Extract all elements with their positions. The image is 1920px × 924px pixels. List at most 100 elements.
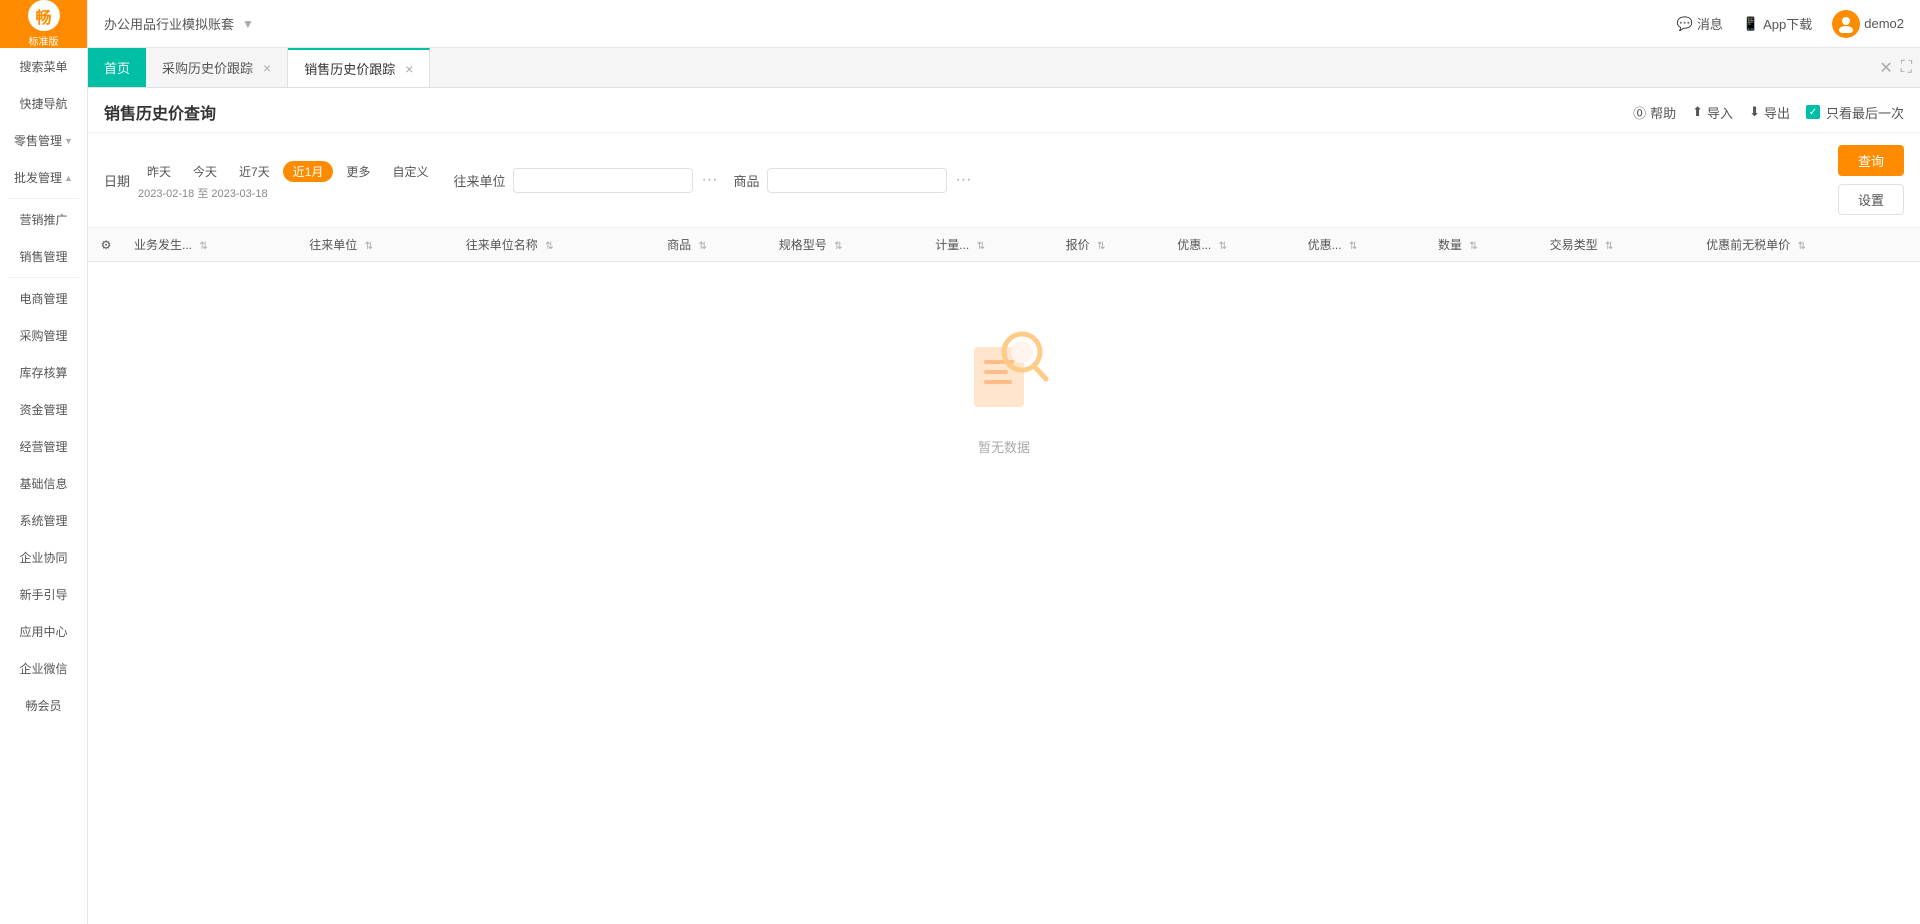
col-partner-code-sort: ⇅ — [365, 241, 373, 252]
import-icon: ⬆ — [1692, 104, 1703, 120]
date-btn-yesterday[interactable]: 昨天 — [138, 160, 180, 183]
quick-nav-label: 快捷导航 — [19, 95, 67, 112]
col-discount2-sort: ⇅ — [1349, 241, 1357, 252]
sidebar-item-enterprise-coop[interactable]: 企业协同 — [0, 539, 87, 576]
page-content: 销售历史价查询 ⓪ 帮助 ⬆ 导入 ⬇ 导出 ✓ 只看最后一次 — [88, 88, 1920, 924]
help-btn[interactable]: ⓪ 帮助 — [1633, 103, 1676, 122]
sidebar-item-inventory[interactable]: 库存核算 — [0, 354, 87, 391]
sidebar-item-app-center[interactable]: 应用中心 — [0, 613, 87, 650]
date-btn-last7[interactable]: 近7天 — [230, 160, 279, 183]
logo-text: 标准版 — [29, 33, 59, 48]
date-btn-today[interactable]: 今天 — [184, 160, 226, 183]
close-all-tabs-btn[interactable]: ✕ — [1879, 58, 1892, 78]
col-quantity[interactable]: 数量 ⇅ — [1428, 228, 1540, 262]
col-spec[interactable]: 规格型号 ⇅ — [769, 228, 926, 262]
col-business-date[interactable]: 业务发生... ⇅ — [124, 228, 299, 262]
tab-sales-label: 销售历史价跟踪 — [304, 59, 395, 78]
inventory-label: 库存核算 — [19, 364, 67, 381]
table-container: ⚙ 业务发生... ⇅ 往来单位 ⇅ 往来单位名称 ⇅ — [88, 228, 1920, 924]
only-last-label: 只看最后一次 — [1826, 103, 1904, 122]
topbar-left: 办公用品行业模拟账套 ▼ — [104, 14, 254, 33]
enterprise-wechat-label: 企业微信 — [19, 660, 67, 677]
tab-home-label: 首页 — [104, 58, 130, 77]
enterprise-coop-label: 企业协同 — [19, 549, 67, 566]
date-btn-last1m[interactable]: 近1月 — [283, 161, 334, 182]
partner-dots-btn[interactable]: ··· — [701, 171, 717, 189]
col-discount1-label: 优惠... — [1177, 238, 1211, 252]
close-purchase-tab-btn[interactable]: × — [263, 60, 271, 76]
sidebar-divider-1 — [8, 198, 79, 199]
col-settings[interactable]: ⚙ — [88, 228, 124, 262]
col-partner-name[interactable]: 往来单位名称 ⇅ — [456, 228, 657, 262]
sidebar-item-purchase-mgmt[interactable]: 采购管理 — [0, 317, 87, 354]
sidebar-item-ecommerce[interactable]: 电商管理 — [0, 280, 87, 317]
sidebar-item-finance[interactable]: 资金管理 — [0, 391, 87, 428]
sidebar-item-new-guide[interactable]: 新手引导 — [0, 576, 87, 613]
sidebar-item-marketing[interactable]: 营销推广 — [0, 201, 87, 238]
product-dots-btn[interactable]: ··· — [955, 171, 971, 189]
col-pretax-price[interactable]: 优惠前无税单价 ⇅ — [1696, 228, 1920, 262]
col-unit[interactable]: 计量... ⇅ — [925, 228, 1055, 262]
query-btn[interactable]: 查询 — [1838, 145, 1904, 176]
topbar: 办公用品行业模拟账套 ▼ 💬 消息 📱 App下载 demo2 — [88, 0, 1920, 48]
partner-input[interactable] — [513, 168, 693, 193]
col-discount2-label: 优惠... — [1308, 238, 1342, 252]
sidebar-item-enterprise-wechat[interactable]: 企业微信 — [0, 650, 87, 687]
date-filter-group: 日期 昨天 今天 近7天 近1月 更多 自定义 2023-02-18 至 202… — [104, 160, 437, 201]
export-btn[interactable]: ⬇ 导出 — [1749, 103, 1790, 122]
col-partner-code-label: 往来单位 — [309, 238, 357, 252]
empty-text: 暂无数据 — [978, 437, 1030, 456]
sidebar-item-operations[interactable]: 经营管理 — [0, 428, 87, 465]
tab-home[interactable]: 首页 — [88, 48, 146, 87]
user-profile[interactable]: demo2 — [1832, 10, 1904, 38]
col-spec-label: 规格型号 — [779, 238, 827, 252]
table-header: ⚙ 业务发生... ⇅ 往来单位 ⇅ 往来单位名称 ⇅ — [88, 228, 1920, 262]
col-product[interactable]: 商品 ⇅ — [657, 228, 769, 262]
import-label: 导入 — [1707, 103, 1733, 122]
col-pretax-price-sort: ⇅ — [1797, 241, 1805, 252]
col-discount1[interactable]: 优惠... ⇅ — [1167, 228, 1297, 262]
import-btn[interactable]: ⬆ 导入 — [1692, 103, 1733, 122]
col-quantity-label: 数量 — [1438, 238, 1462, 252]
sidebar-item-search-menu[interactable]: 搜索菜单 — [0, 48, 87, 85]
col-unit-label: 计量... — [935, 238, 969, 252]
tab-sales-history[interactable]: 销售历史价跟踪 × — [288, 48, 430, 87]
product-input[interactable] — [767, 168, 947, 193]
help-icon: ⓪ — [1633, 103, 1646, 122]
close-sales-tab-btn[interactable]: × — [405, 61, 413, 77]
sidebar-item-quick-nav[interactable]: 快捷导航 — [0, 85, 87, 122]
only-last-checkbox[interactable]: ✓ — [1806, 105, 1820, 119]
sidebar-item-retail-mgmt[interactable]: 零售管理 ▼ — [0, 122, 87, 159]
col-quote[interactable]: 报价 ⇅ — [1056, 228, 1168, 262]
sidebar-item-system-mgmt[interactable]: 系统管理 — [0, 502, 87, 539]
logo-icon: 畅 — [28, 0, 60, 31]
username: demo2 — [1864, 16, 1904, 31]
sidebar-item-basic-info[interactable]: 基础信息 — [0, 465, 87, 502]
help-label: 帮助 — [1650, 103, 1676, 122]
topbar-dropdown-icon[interactable]: ▼ — [242, 17, 254, 31]
col-partner-code[interactable]: 往来单位 ⇅ — [299, 228, 456, 262]
tab-purchase-label: 采购历史价跟踪 — [162, 58, 253, 77]
col-trade-type[interactable]: 交易类型 ⇅ — [1540, 228, 1697, 262]
col-trade-type-label: 交易类型 — [1550, 238, 1598, 252]
date-btn-custom[interactable]: 自定义 — [383, 160, 437, 183]
retail-mgmt-arrow: ▼ — [64, 136, 73, 146]
date-btn-more[interactable]: 更多 — [337, 160, 379, 183]
page-header: 销售历史价查询 ⓪ 帮助 ⬆ 导入 ⬇ 导出 ✓ 只看最后一次 — [88, 88, 1920, 133]
sidebar-item-wholesale-mgmt[interactable]: 批发管理 ▲ — [0, 159, 87, 196]
col-discount2[interactable]: 优惠... ⇅ — [1298, 228, 1428, 262]
sales-mgmt-label: 销售管理 — [19, 248, 67, 265]
sidebar-item-sales-mgmt[interactable]: 销售管理 — [0, 238, 87, 275]
filter-actions: 查询 设置 — [1838, 145, 1904, 215]
filter-settings-btn[interactable]: 设置 — [1838, 184, 1904, 215]
only-last-checkbox-label[interactable]: ✓ 只看最后一次 — [1806, 103, 1904, 122]
empty-illustration — [954, 322, 1054, 425]
export-icon: ⬇ — [1749, 104, 1760, 120]
app-logo[interactable]: 畅 标准版 — [0, 0, 87, 48]
message-btn[interactable]: 💬 消息 — [1677, 14, 1723, 33]
ecommerce-label: 电商管理 — [19, 290, 67, 307]
maximize-btn[interactable]: ⛶ — [1901, 59, 1912, 77]
sidebar-item-member[interactable]: 畅会员 — [0, 687, 87, 724]
tab-purchase-history[interactable]: 采购历史价跟踪 × — [146, 48, 288, 87]
app-download-btn[interactable]: 📱 App下载 — [1743, 14, 1812, 33]
